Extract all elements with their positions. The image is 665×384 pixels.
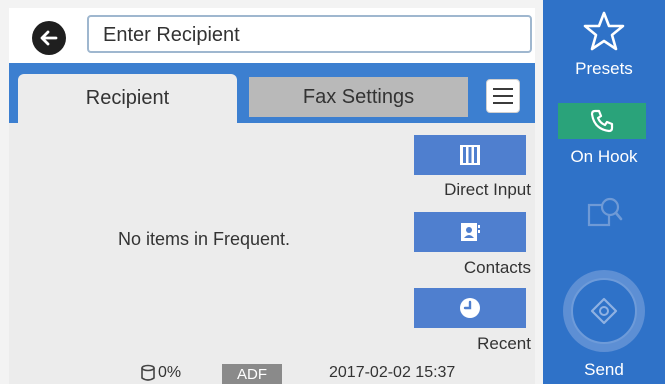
send-button[interactable] xyxy=(563,270,645,352)
status-bar: 0% ADF 2017-02-02 15:37 xyxy=(9,363,535,384)
presets-label[interactable]: Presets xyxy=(543,59,665,79)
top-bar: Enter Recipient xyxy=(9,8,535,63)
side-panel: Presets On Hook Send xyxy=(543,0,665,384)
recent-label: Recent xyxy=(477,334,531,353)
back-button[interactable] xyxy=(32,21,66,55)
contacts-button[interactable] xyxy=(414,212,526,252)
on-hook-button[interactable] xyxy=(558,103,646,139)
tab-recipient[interactable]: Recipient xyxy=(18,74,237,123)
recipient-input[interactable]: Enter Recipient xyxy=(87,15,532,53)
memory-cylinder-icon xyxy=(141,364,155,381)
phone-icon xyxy=(590,109,614,133)
empty-message: No items in Frequent. xyxy=(117,229,291,249)
recent-button[interactable] xyxy=(414,288,526,328)
menu-button[interactable] xyxy=(486,79,520,113)
tab-fax-settings[interactable]: Fax Settings xyxy=(249,77,468,117)
back-arrow-icon xyxy=(40,30,58,46)
on-hook-label: On Hook xyxy=(570,147,638,166)
clock-icon xyxy=(460,298,480,318)
datetime: 2017-02-02 15:37 xyxy=(329,364,456,381)
recipient-placeholder: Enter Recipient xyxy=(103,24,240,46)
contacts-label: Contacts xyxy=(463,258,531,277)
hamburger-menu-icon xyxy=(493,88,513,90)
star-icon[interactable] xyxy=(583,10,625,52)
send-label: Send xyxy=(584,360,624,379)
preview-magnifier-icon[interactable] xyxy=(586,195,624,229)
keypad-icon xyxy=(460,145,480,165)
memory-percent: 0% xyxy=(158,364,182,381)
contacts-icon xyxy=(461,223,480,241)
source-badge: ADF xyxy=(222,364,282,384)
direct-input-label: Direct Input xyxy=(444,180,531,199)
fax-screen: Enter Recipient Recipient Fax Settings N… xyxy=(0,0,665,384)
direct-input-button[interactable] xyxy=(414,135,526,175)
tab-bar: Recipient Fax Settings xyxy=(9,63,535,123)
start-diamond-icon xyxy=(590,297,618,325)
recipient-content: No items in Frequent. Direct Input Conta… xyxy=(9,123,535,363)
